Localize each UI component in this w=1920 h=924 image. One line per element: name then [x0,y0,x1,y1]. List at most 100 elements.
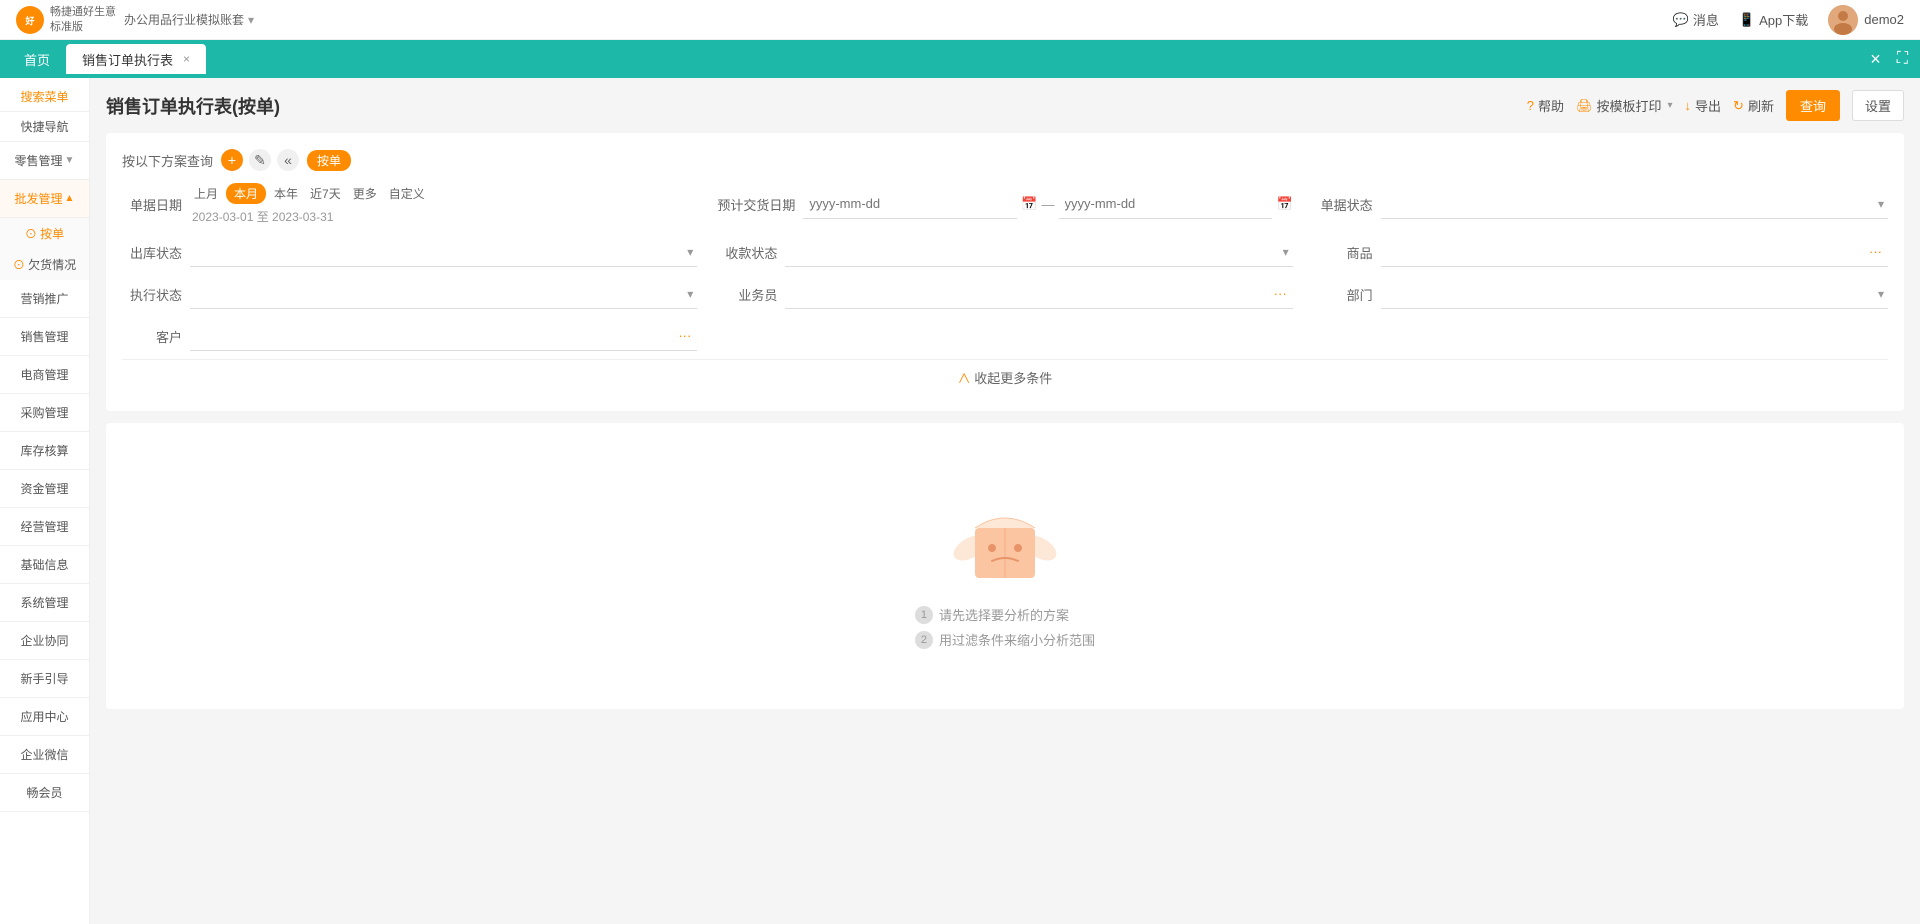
tab-home[interactable]: 首页 [8,44,66,74]
collapse-icon: ∧ [958,371,975,386]
sidebar-search[interactable]: 搜索菜单 [0,78,89,112]
collapse-more-button[interactable]: ∧ 收起更多条件 [122,359,1888,395]
tab-close-icon[interactable]: × [183,52,190,66]
date-custom-button[interactable]: 自定义 [385,183,429,204]
filter-panel: 按以下方案查询 + ✎ « 按单 单据日期 上月 [106,133,1904,411]
expected-date-start-input[interactable] [803,190,1017,218]
exec-status-arrow-icon: ▾ [687,287,693,301]
sidebar-item-marketing[interactable]: 营销推广 [0,280,89,318]
user-nav-item[interactable]: demo2 [1828,5,1904,35]
date-range-display: 2023-03-01 至 2023-03-31 [190,208,697,225]
query-button[interactable]: 查询 [1786,90,1840,121]
scheme-collapse-button[interactable]: « [277,149,299,171]
print-button[interactable]: 🖨 按模板打印 ▾ [1576,96,1673,115]
breadcrumb: 办公用品行业模拟账套 ▾ [124,11,254,28]
customer-text-input[interactable] [190,321,672,351]
active-scheme-badge[interactable]: 按单 [307,150,351,171]
sidebar-quick-nav[interactable]: 快捷导航 [0,112,89,142]
logo-area: 好 畅捷通好生意 标准版 [16,5,116,34]
sidebar-item-newbie[interactable]: 新手引导 [0,660,89,698]
scheme-add-button[interactable]: + [221,149,243,171]
print-arrow-icon[interactable]: ▾ [1668,100,1673,111]
sidebar-subitem-order[interactable]: ⊙ 按单 [0,218,89,249]
empty-state: 1 请先选择要分析的方案 2 用过滤条件来缩小分析范围 [106,423,1904,709]
filter-field-ship-status: 出库状态 ▾ [122,237,697,267]
date-this-month-button[interactable]: 本月 [226,183,266,204]
page-actions: ? 帮助 🖨 按模板打印 ▾ ↓ 导出 ↻ 刷新 [1527,90,1904,121]
date-more-button[interactable]: 更多 [349,183,381,204]
date-prev-month-button[interactable]: 上月 [190,183,222,204]
exec-status-dropdown[interactable]: ▾ [190,279,697,309]
customer-more-button[interactable]: ··· [672,328,697,343]
date-start-calendar-icon[interactable]: 📅 [1021,196,1037,212]
empty-hints: 1 请先选择要分析的方案 2 用过滤条件来缩小分析范围 [915,605,1095,649]
app-download-nav-item[interactable]: 📱 App下载 [1739,10,1808,29]
sidebar-subitem-receivable[interactable]: ⊙ 欠货情况 [0,249,89,280]
goods-text-input[interactable] [1381,237,1863,267]
sidebar-item-ecommerce[interactable]: 电商管理 [0,356,89,394]
sidebar-item-wholesale[interactable]: 批发管理 ▲ [0,180,89,218]
tab-sales-order[interactable]: 销售订单执行表 × [66,44,206,74]
sidebar-item-system[interactable]: 系统管理 [0,584,89,622]
salesperson-text-input[interactable] [785,279,1267,309]
goods-input: ··· [1381,237,1888,267]
sidebar-item-basic[interactable]: 基础信息 [0,546,89,584]
export-button[interactable]: ↓ 导出 [1685,96,1722,115]
hint-num-2: 2 [915,631,933,649]
date-quick-buttons: 上月 本月 本年 近7天 更多 自定义 [190,183,697,204]
date-this-year-button[interactable]: 本年 [270,183,302,204]
page-title-bar: 销售订单执行表(按单) ? 帮助 🖨 按模板打印 ▾ ↓ 导出 [106,90,1904,121]
tab-close-window-icon[interactable]: × [1866,45,1885,74]
scheme-actions: + ✎ « [221,149,299,171]
svg-text:好: 好 [24,15,34,26]
top-header: 好 畅捷通好生意 标准版 办公用品行业模拟账套 ▾ 💬 消息 📱 App下载 d… [0,0,1920,40]
goods-more-button[interactable]: ··· [1863,244,1888,259]
breadcrumb-arrow-icon[interactable]: ▾ [248,13,254,27]
filter-scheme-header: 按以下方案查询 + ✎ « 按单 [122,149,1888,171]
sidebar-item-inventory[interactable]: 库存核算 [0,432,89,470]
empty-svg-icon [945,483,1065,593]
date-end-calendar-icon[interactable]: 📅 [1276,196,1292,212]
tab-fullscreen-icon[interactable]: ⛶ [1893,46,1912,72]
filter-row-1: 单据日期 上月 本月 本年 近7天 更多 自定义 2023-03-01 至 20… [122,183,1888,225]
app-download-icon: 📱 [1739,12,1755,28]
tab-expand-area: × ⛶ [1866,45,1912,74]
settings-button[interactable]: 设置 [1852,90,1904,121]
filter-row-4: 客户 ··· [122,321,1888,351]
message-icon: 💬 [1673,12,1689,28]
sidebar-item-finance[interactable]: 资金管理 [0,470,89,508]
scheme-edit-button[interactable]: ✎ [249,149,271,171]
logo-icon: 好 [16,6,44,34]
refresh-button[interactable]: ↻ 刷新 [1733,96,1774,115]
help-icon: ? [1527,98,1534,113]
page-inner: 销售订单执行表(按单) ? 帮助 🖨 按模板打印 ▾ ↓ 导出 [90,78,1920,924]
sidebar-item-appstore[interactable]: 应用中心 [0,698,89,736]
date-last7-button[interactable]: 近7天 [306,183,345,204]
help-button[interactable]: ? 帮助 [1527,96,1564,115]
expected-date-inputs: 📅 — 📅 [803,189,1292,219]
sidebar-item-wechat[interactable]: 企业微信 [0,736,89,774]
logo-text: 畅捷通好生意 标准版 [50,5,116,34]
tab-bar: 首页 销售订单执行表 × × ⛶ [0,40,1920,78]
sidebar-item-purchase[interactable]: 采购管理 [0,394,89,432]
message-nav-item[interactable]: 💬 消息 [1673,10,1719,29]
doc-status-dropdown[interactable]: ▾ [1381,189,1888,219]
sidebar: 搜索菜单 快捷导航 零售管理 ▼ 批发管理 ▲ ⊙ 按单 ⊙ 欠货情况 营销推广… [0,78,90,924]
filter-row-3: 执行状态 ▾ 业务员 ··· 部门 [122,279,1888,309]
dept-dropdown[interactable]: ▾ [1381,279,1888,309]
expected-date-start [803,189,1017,219]
filter-field-payment-status: 收款状态 ▾ [717,237,1292,267]
ship-status-dropdown[interactable]: ▾ [190,237,697,267]
sidebar-item-member[interactable]: 畅会员 [0,774,89,812]
sidebar-item-enterprise[interactable]: 企业协同 [0,622,89,660]
hint-num-1: 1 [915,606,933,624]
payment-status-dropdown[interactable]: ▾ [785,237,1292,267]
salesperson-more-button[interactable]: ··· [1268,286,1293,301]
main-layout: 搜索菜单 快捷导航 零售管理 ▼ 批发管理 ▲ ⊙ 按单 ⊙ 欠货情况 营销推广… [0,78,1920,924]
filter-field-date: 单据日期 上月 本月 本年 近7天 更多 自定义 2023-03-01 至 20… [122,183,697,225]
expected-date-end-input[interactable] [1059,190,1273,218]
sidebar-item-retail[interactable]: 零售管理 ▼ [0,142,89,180]
sidebar-item-sales[interactable]: 销售管理 [0,318,89,356]
sidebar-item-business[interactable]: 经营管理 [0,508,89,546]
filter-field-salesperson: 业务员 ··· [717,279,1292,309]
